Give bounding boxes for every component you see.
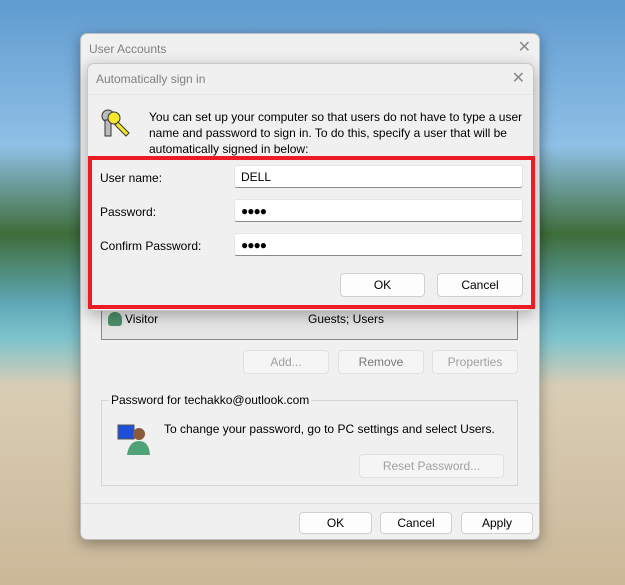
user-group: Guests; Users: [308, 312, 385, 326]
dialog-title: Automatically sign in: [96, 72, 206, 86]
divider: [88, 94, 533, 95]
cancel-button[interactable]: Cancel: [380, 512, 452, 534]
ok-button[interactable]: OK: [299, 512, 372, 534]
close-icon[interactable]: ✕: [512, 71, 525, 87]
apply-button[interactable]: Apply: [461, 512, 533, 534]
group-legend: Password for techakko@outlook.com: [109, 393, 312, 407]
dialog-description: You can set up your computer so that use…: [149, 110, 523, 156]
password-info: To change your password, go to PC settin…: [164, 422, 495, 436]
divider: [81, 503, 539, 504]
password-group: Password for techakko@outlook.com To cha…: [101, 393, 518, 486]
reset-password-button[interactable]: Reset Password...: [359, 454, 504, 478]
list-item[interactable]: Visitor: [108, 312, 158, 326]
user-icon: [108, 312, 122, 326]
properties-button[interactable]: Properties: [432, 350, 518, 374]
highlight-box: [88, 156, 535, 309]
add-button[interactable]: Add...: [243, 350, 329, 374]
window-title: User Accounts: [89, 42, 167, 56]
close-icon[interactable]: ✕: [518, 40, 531, 56]
remove-button[interactable]: Remove: [338, 350, 424, 374]
user-name: Visitor: [125, 312, 159, 326]
user-monitor-icon: [117, 424, 150, 455]
keys-icon: [101, 109, 130, 137]
